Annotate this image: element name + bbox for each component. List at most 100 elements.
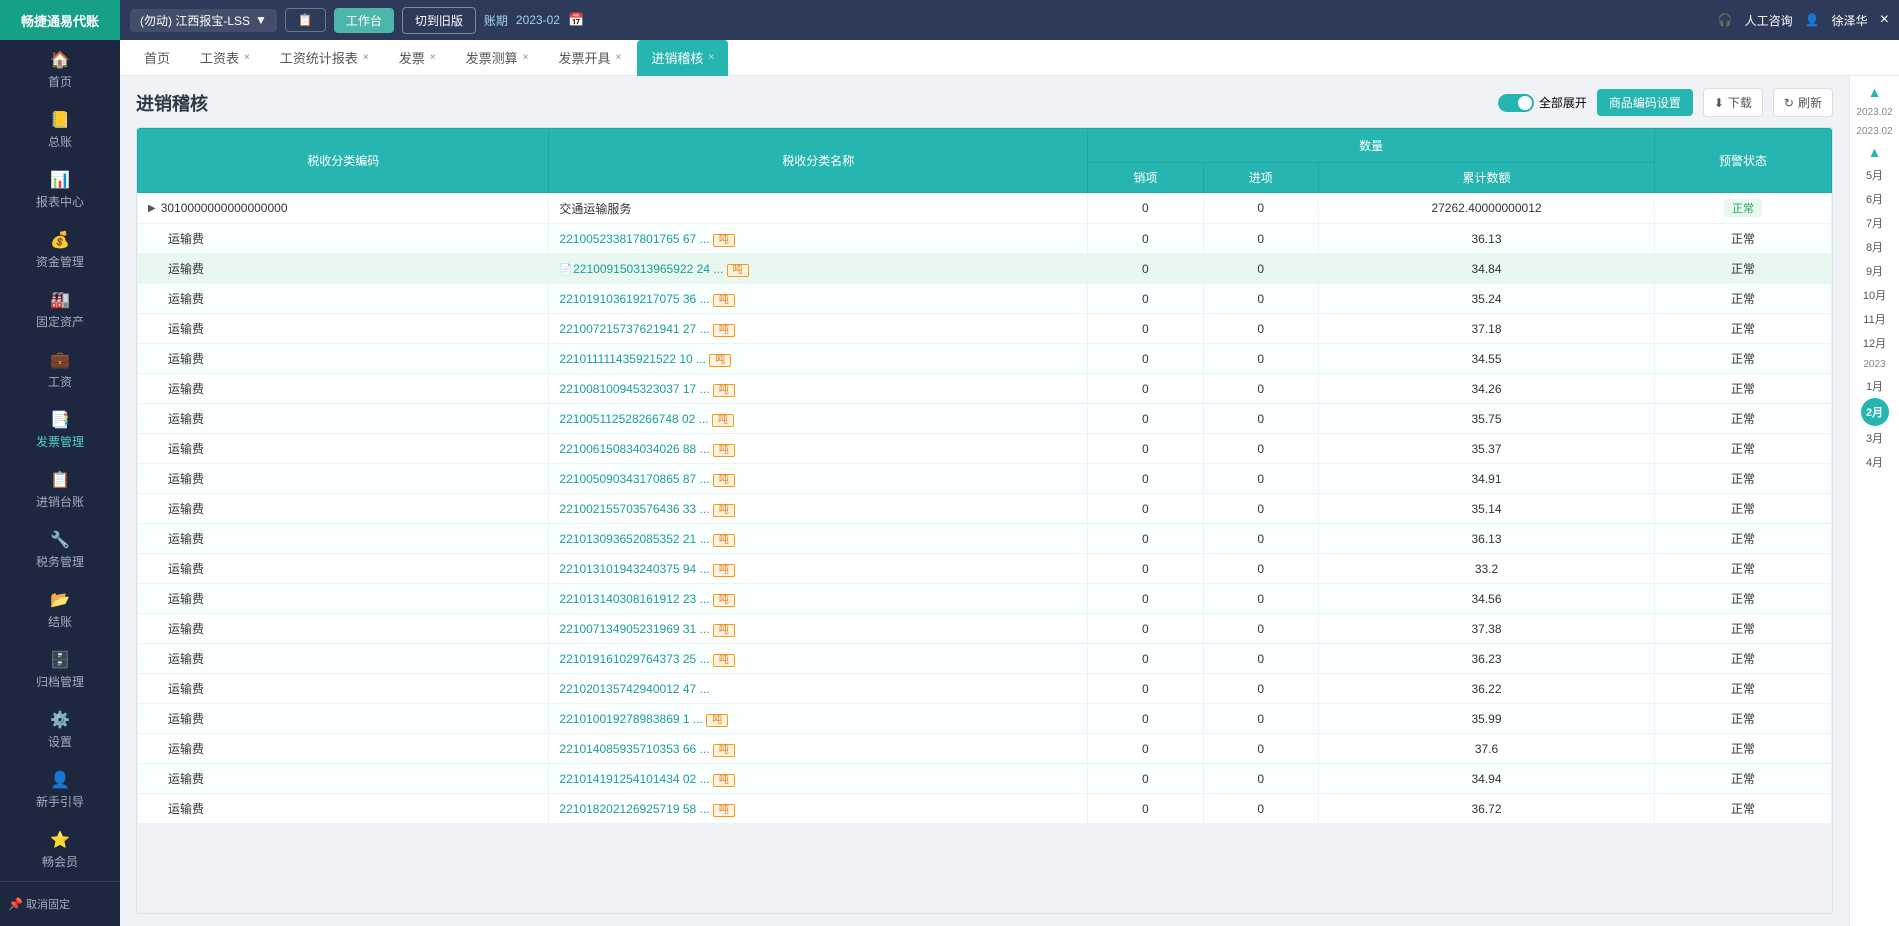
timeline-month-9[interactable]: 9月	[1850, 259, 1899, 283]
row-total: 33.2	[1318, 554, 1654, 584]
unit-tag[interactable]: 吨	[713, 624, 735, 637]
workbench-button[interactable]: 工作台	[334, 8, 394, 33]
timeline-up-arrow[interactable]: ▲	[1865, 81, 1885, 103]
table-row[interactable]: 运输费 221013101943240375 94 ... 吨 0 0 33.2…	[138, 554, 1832, 584]
close-button[interactable]: ×	[1880, 11, 1889, 29]
tab-close-icon[interactable]: ×	[363, 52, 369, 63]
download-button[interactable]: ⬇ 下载	[1703, 88, 1763, 117]
timeline-month-2[interactable]: 2月	[1861, 398, 1889, 426]
unpin-button[interactable]: 📌 取消固定	[0, 890, 120, 918]
row-sales: 0	[1088, 374, 1203, 404]
tab-close-icon[interactable]: ×	[615, 52, 621, 63]
unit-tag[interactable]: 吨	[712, 414, 734, 427]
tab-reconcile-label: 进销稽核	[651, 48, 703, 67]
table-row[interactable]: 运输费 221007215737621941 27 ... 吨 0 0 37.1…	[138, 314, 1832, 344]
table-row[interactable]: 运输费 221010019278983869 1 ... 吨 0 0 35.99…	[138, 704, 1832, 734]
file-icon[interactable]: 📄	[559, 264, 573, 276]
table-row[interactable]: 运输费 221013140308161912 23 ... 吨 0 0 34.5…	[138, 584, 1832, 614]
timeline-panel: ▲ 2023.02 2023.02 ▲ 5月 6月 7月 8月 9月 10月 1…	[1849, 76, 1899, 926]
sidebar-item-assets[interactable]: 🏭 固定资产	[0, 280, 120, 340]
tab-reconcile[interactable]: 进销稽核 ×	[637, 40, 728, 76]
unit-tag[interactable]: 吨	[713, 474, 735, 487]
table-row[interactable]: 运输费 221014085935710353 66 ... 吨 0 0 37.6…	[138, 734, 1832, 764]
timeline-month-3[interactable]: 3月	[1850, 426, 1899, 450]
tab-invoice-issue[interactable]: 发票开具 ×	[544, 40, 635, 76]
support-label[interactable]: 人工咨询	[1745, 12, 1793, 29]
table-row[interactable]: 运输费 221002155703576436 33 ... 吨 0 0 35.1…	[138, 494, 1832, 524]
table-row[interactable]: 运输费 221005233817801765 67 ... 吨 0 0 36.1…	[138, 224, 1832, 254]
unit-tag[interactable]: 吨	[713, 534, 735, 547]
tab-invoice[interactable]: 发票 ×	[385, 40, 450, 76]
unit-tag[interactable]: 吨	[713, 384, 735, 397]
table-row[interactable]: 运输费 221005112528266748 02 ... 吨 0 0 35.7…	[138, 404, 1832, 434]
unit-tag[interactable]: 吨	[709, 354, 731, 367]
sidebar-item-ledger[interactable]: 📒 总账	[0, 100, 120, 160]
product-code-settings-button[interactable]: 商品编码设置	[1597, 89, 1693, 116]
unit-tag[interactable]: 吨	[713, 654, 735, 667]
unit-tag[interactable]: 吨	[706, 714, 728, 727]
table-row[interactable]: 运输费 221013093652085352 21 ... 吨 0 0 36.1…	[138, 524, 1832, 554]
sidebar-item-tax[interactable]: 🔧 税务管理	[0, 520, 120, 580]
sidebar-item-guide[interactable]: 👤 新手引导	[0, 760, 120, 820]
unit-tag[interactable]: 吨	[727, 264, 749, 277]
tab-salary-table[interactable]: 工资表 ×	[186, 40, 264, 76]
table-row[interactable]: 运输费 221008100945323037 17 ... 吨 0 0 34.2…	[138, 374, 1832, 404]
timeline-month-11[interactable]: 11月	[1850, 307, 1899, 331]
tab-reconcile-close-icon[interactable]: ×	[708, 52, 714, 63]
unit-tag[interactable]: 吨	[713, 234, 735, 247]
timeline-month-5[interactable]: 5月	[1850, 163, 1899, 187]
tab-close-icon[interactable]: ×	[244, 52, 250, 63]
tab-close-icon[interactable]: ×	[430, 52, 436, 63]
sidebar-item-home[interactable]: 🏠 首页	[0, 40, 120, 100]
timeline-down-arrow[interactable]: ▲	[1865, 141, 1885, 163]
table-row[interactable]: 运输费 221006150834034026 88 ... 吨 0 0 35.3…	[138, 434, 1832, 464]
sidebar-item-settings[interactable]: ⚙️ 设置	[0, 700, 120, 760]
row-status: 正常	[1655, 464, 1832, 494]
expand-toggle[interactable]	[1498, 94, 1534, 112]
sidebar-item-salary[interactable]: 💼 工资	[0, 340, 120, 400]
switch-version-button[interactable]: 切到旧版	[402, 7, 476, 34]
sidebar-item-close[interactable]: 📂 结账	[0, 580, 120, 640]
table-row[interactable]: 运输费 📄221009150313965922 24 ... 吨 0 0 34.…	[138, 254, 1832, 284]
expand-triangle-icon[interactable]: ▶	[148, 203, 156, 214]
unit-tag[interactable]: 吨	[713, 324, 735, 337]
unit-tag[interactable]: 吨	[713, 294, 735, 307]
timeline-month-4[interactable]: 4月	[1850, 450, 1899, 474]
sidebar-item-ledger2[interactable]: 📋 进销台账	[0, 460, 120, 520]
sidebar-item-funds[interactable]: 💰 资金管理	[0, 220, 120, 280]
company-selector[interactable]: (勿动) 江西报宝-LSS ▼	[130, 9, 277, 32]
table-row[interactable]: 运输费 221018202126925719 58 ... 吨 0 0 36.7…	[138, 794, 1832, 824]
timeline-month-10[interactable]: 10月	[1850, 283, 1899, 307]
table-row[interactable]: 运输费 221005090343170865 87 ... 吨 0 0 34.9…	[138, 464, 1832, 494]
timeline-month-6[interactable]: 6月	[1850, 187, 1899, 211]
table-row[interactable]: 运输费 221020135742940012 47 ... 0 0 36.22 …	[138, 674, 1832, 704]
tab-salary-stats[interactable]: 工资统计报表 ×	[266, 40, 383, 76]
unit-tag[interactable]: 吨	[713, 594, 735, 607]
unit-tag[interactable]: 吨	[713, 804, 735, 817]
sidebar-item-vip[interactable]: ⭐ 畅会员	[0, 820, 120, 880]
sidebar-item-reports[interactable]: 📊 报表中心	[0, 160, 120, 220]
timeline-month-1[interactable]: 1月	[1850, 374, 1899, 398]
table-row[interactable]: 运输费 221011111435921522 10 ... 吨 0 0 34.5…	[138, 344, 1832, 374]
timeline-month-7[interactable]: 7月	[1850, 211, 1899, 235]
tab-invoice-calc[interactable]: 发票测算 ×	[452, 40, 543, 76]
sidebar-item-archive[interactable]: 🗄️ 归档管理	[0, 640, 120, 700]
table-row[interactable]: 运输费 221007134905231969 31 ... 吨 0 0 37.3…	[138, 614, 1832, 644]
unit-tag[interactable]: 吨	[713, 564, 735, 577]
calendar-icon[interactable]: 📅	[568, 12, 584, 28]
tab-home[interactable]: 首页	[130, 40, 184, 76]
unit-tag[interactable]: 吨	[713, 504, 735, 517]
unit-tag[interactable]: 吨	[713, 744, 735, 757]
sidebar-item-invoice[interactable]: 📑 发票管理	[0, 400, 120, 460]
timeline-month-12[interactable]: 12月	[1850, 331, 1899, 355]
table-row[interactable]: 运输费 221014191254101434 02 ... 吨 0 0 34.9…	[138, 764, 1832, 794]
table-row[interactable]: 运输费 221019103619217075 36 ... 吨 0 0 35.2…	[138, 284, 1832, 314]
timeline-month-8[interactable]: 8月	[1850, 235, 1899, 259]
table-row[interactable]: 运输费 221019161029764373 25 ... 吨 0 0 36.2…	[138, 644, 1832, 674]
copy-button[interactable]: 📋	[285, 8, 326, 32]
refresh-button[interactable]: ↻ 刷新	[1773, 88, 1833, 117]
unit-tag[interactable]: 吨	[713, 774, 735, 787]
unit-tag[interactable]: 吨	[713, 444, 735, 457]
tab-close-icon[interactable]: ×	[523, 52, 529, 63]
table-row[interactable]: ▶ 3010000000000000000 交通运输服务 0 0 27262.4…	[138, 193, 1832, 224]
